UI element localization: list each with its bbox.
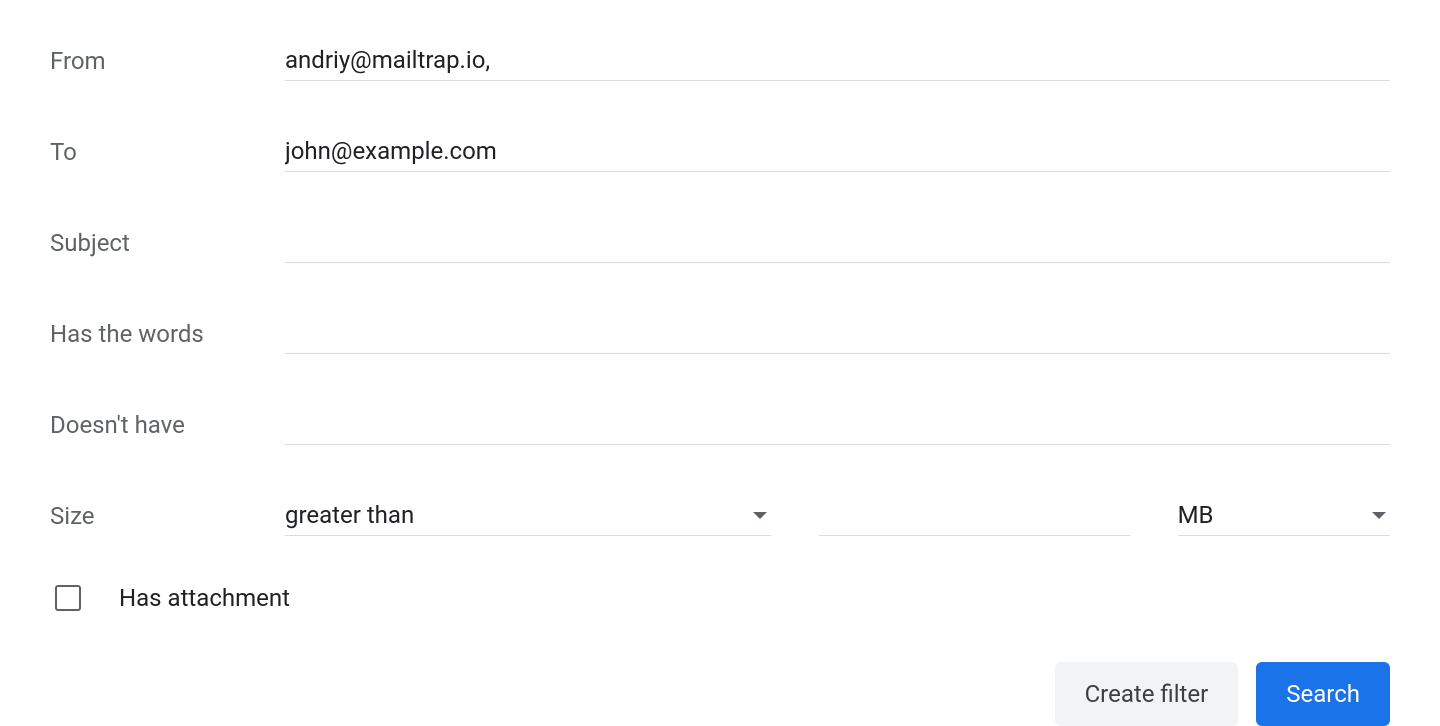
search-button[interactable]: Search bbox=[1256, 662, 1390, 726]
from-input[interactable] bbox=[285, 40, 1390, 81]
has-words-input[interactable] bbox=[285, 313, 1390, 354]
to-input[interactable] bbox=[285, 131, 1390, 172]
has-words-row: Has the words bbox=[50, 313, 1390, 354]
chevron-down-icon bbox=[1372, 512, 1386, 519]
has-attachment-label: Has attachment bbox=[119, 584, 290, 612]
subject-label: Subject bbox=[50, 229, 285, 257]
size-label: Size bbox=[50, 502, 285, 530]
to-row: To bbox=[50, 131, 1390, 172]
size-value-input[interactable] bbox=[819, 495, 1130, 536]
doesnt-have-label: Doesn't have bbox=[50, 411, 285, 439]
doesnt-have-row: Doesn't have bbox=[50, 404, 1390, 445]
has-words-label: Has the words bbox=[50, 320, 285, 348]
size-compare-value: greater than bbox=[285, 501, 414, 529]
chevron-down-icon bbox=[753, 512, 767, 519]
size-unit-dropdown[interactable]: MB bbox=[1178, 495, 1390, 536]
create-filter-button[interactable]: Create filter bbox=[1055, 662, 1239, 726]
size-compare-dropdown[interactable]: greater than bbox=[285, 495, 771, 536]
has-attachment-row: Has attachment bbox=[55, 584, 1390, 612]
action-buttons: Create filter Search bbox=[50, 662, 1390, 726]
from-label: From bbox=[50, 47, 285, 75]
to-label: To bbox=[50, 138, 285, 166]
subject-row: Subject bbox=[50, 222, 1390, 263]
subject-input[interactable] bbox=[285, 222, 1390, 263]
has-attachment-checkbox[interactable] bbox=[55, 585, 81, 611]
size-unit-value: MB bbox=[1178, 501, 1214, 529]
size-row: Size greater than MB bbox=[50, 495, 1390, 536]
from-row: From bbox=[50, 40, 1390, 81]
doesnt-have-input[interactable] bbox=[285, 404, 1390, 445]
